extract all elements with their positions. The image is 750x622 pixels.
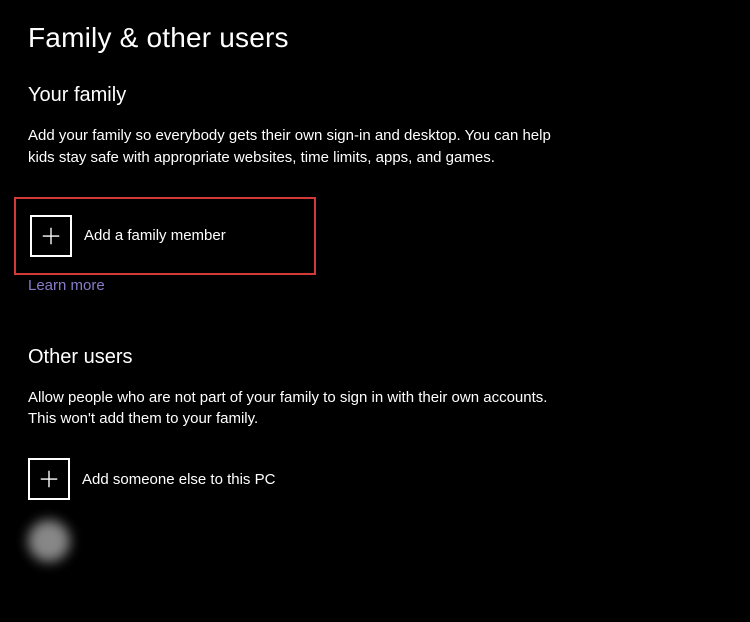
add-family-member-button[interactable]: Add a family member [30, 215, 226, 257]
add-family-member-label: Add a family member [84, 227, 226, 244]
add-other-user-button[interactable]: Add someone else to this PC [28, 458, 722, 500]
page-title: Family & other users [28, 22, 722, 54]
plus-icon [28, 458, 70, 500]
family-heading: Your family [28, 84, 722, 107]
other-users-description: Allow people who are not part of your fa… [28, 387, 568, 431]
learn-more-link[interactable]: Learn more [28, 277, 105, 294]
add-other-user-label: Add someone else to this PC [82, 471, 275, 488]
add-family-member-highlight: Add a family member [14, 197, 316, 275]
user-account-row[interactable] [28, 520, 722, 562]
other-users-heading: Other users [28, 346, 722, 369]
plus-icon [30, 215, 72, 257]
avatar [28, 520, 70, 562]
family-description: Add your family so everybody gets their … [28, 125, 568, 169]
